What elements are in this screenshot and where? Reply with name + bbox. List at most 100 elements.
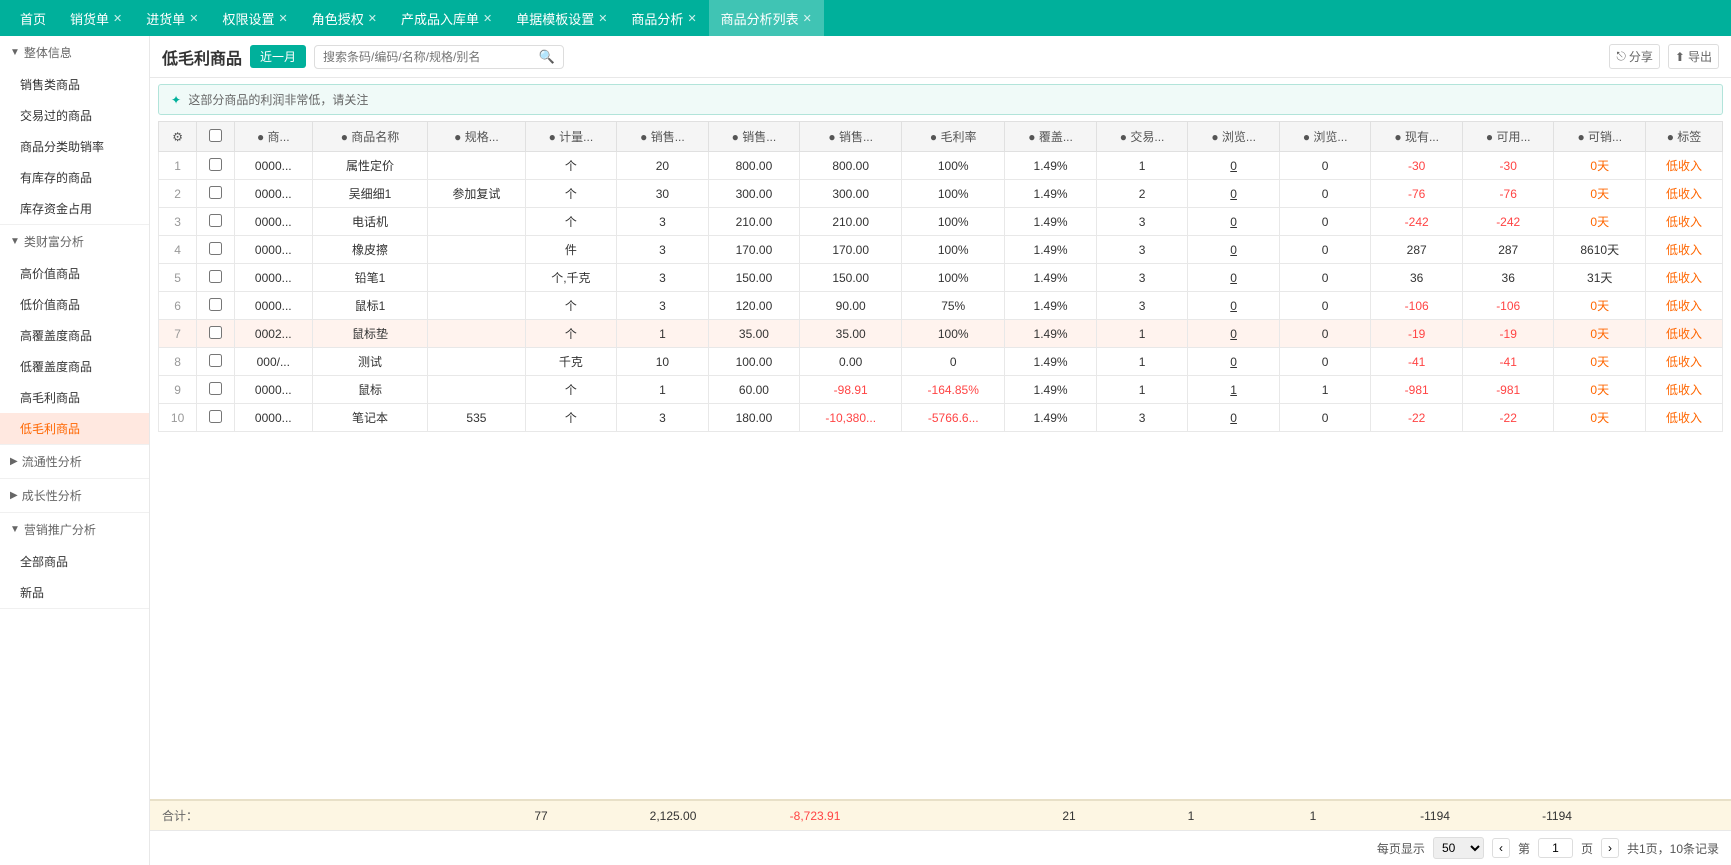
cell-checkbox[interactable] (197, 348, 235, 376)
cell-checkbox[interactable] (197, 264, 235, 292)
cell-saleable: 0天 (1554, 320, 1646, 348)
row-checkbox[interactable] (209, 410, 222, 423)
nav-role-close[interactable]: ✕ (368, 12, 377, 25)
cell-browse1[interactable]: 0 (1188, 404, 1280, 432)
cell-checkbox[interactable] (197, 180, 235, 208)
sidebar-item-sales-goods[interactable]: 销售类商品 (0, 69, 149, 100)
period-button[interactable]: 近一月 (250, 45, 306, 68)
nav-product-analysis[interactable]: 商品分析 ✕ (619, 0, 708, 36)
nav-product-analysis-close[interactable]: ✕ (687, 12, 696, 25)
cell-transaction: 3 (1096, 264, 1188, 292)
nav-product-in[interactable]: 产成品入库单 ✕ (389, 0, 504, 36)
col-browse1[interactable]: ● 浏览... (1188, 122, 1280, 152)
next-page-button[interactable]: › (1601, 838, 1619, 858)
row-checkbox[interactable] (209, 214, 222, 227)
cell-browse1[interactable]: 0 (1188, 292, 1280, 320)
search-icon[interactable]: 🔍 (539, 49, 555, 65)
cell-checkbox[interactable] (197, 236, 235, 264)
col-sale-qty[interactable]: ● 销售... (617, 122, 709, 152)
cell-checkbox[interactable] (197, 404, 235, 432)
sidebar-item-all-goods[interactable]: 全部商品 (0, 546, 149, 577)
sidebar-group-overall[interactable]: ▼ 整体信息 (0, 36, 149, 69)
nav-sales[interactable]: 销货单 ✕ (58, 0, 134, 36)
col-current-stock[interactable]: ● 现有... (1371, 122, 1463, 152)
sidebar-group-circulation[interactable]: ▶ 流通性分析 (0, 445, 149, 478)
cell-checkbox[interactable] (197, 320, 235, 348)
table-container[interactable]: ⚙ ● 商... ● 商品名称 ● 规格... ● 计量... ● 销售... … (150, 121, 1731, 799)
col-settings[interactable]: ⚙ (159, 122, 197, 152)
search-box[interactable]: 🔍 (314, 45, 564, 69)
nav-permission[interactable]: 权限设置 ✕ (210, 0, 299, 36)
nav-sales-close[interactable]: ✕ (113, 12, 122, 25)
col-browse2[interactable]: ● 浏览... (1279, 122, 1371, 152)
col-saleable[interactable]: ● 可销... (1554, 122, 1646, 152)
cell-sale-amount: 35.00 (708, 320, 800, 348)
cell-checkbox[interactable] (197, 152, 235, 180)
sidebar-item-low-margin[interactable]: 低毛利商品 (0, 413, 149, 444)
sidebar-group-marketing[interactable]: ▼ 营销推广分析 (0, 513, 149, 546)
row-checkbox[interactable] (209, 382, 222, 395)
sidebar-item-in-stock[interactable]: 有库存的商品 (0, 162, 149, 193)
main-content: 低毛利商品 近一月 🔍 ⎋ 分享 ⬆ 导出 ✦ 这部分商品的利润非常低，请关注 (150, 36, 1731, 865)
cell-checkbox[interactable] (197, 376, 235, 404)
col-checkbox[interactable] (197, 122, 235, 152)
nav-product-analysis-list[interactable]: 商品分析列表 ✕ (709, 0, 824, 36)
cell-checkbox[interactable] (197, 208, 235, 236)
sidebar-item-low-coverage[interactable]: 低覆盖度商品 (0, 351, 149, 382)
cell-code: 0000... (234, 152, 312, 180)
cell-browse1[interactable]: 1 (1188, 376, 1280, 404)
select-all-checkbox[interactable] (209, 129, 222, 142)
nav-template-close[interactable]: ✕ (598, 12, 607, 25)
prev-page-button[interactable]: ‹ (1492, 838, 1510, 858)
sidebar-item-traded-goods[interactable]: 交易过的商品 (0, 100, 149, 131)
cell-browse1[interactable]: 0 (1188, 208, 1280, 236)
row-checkbox[interactable] (209, 298, 222, 311)
search-input[interactable] (323, 50, 539, 64)
col-name[interactable]: ● 商品名称 (312, 122, 427, 152)
nav-purchase[interactable]: 进货单 ✕ (134, 0, 210, 36)
row-checkbox[interactable] (209, 158, 222, 171)
cell-browse1[interactable]: 0 (1188, 348, 1280, 376)
cell-checkbox[interactable] (197, 292, 235, 320)
col-spec[interactable]: ● 规格... (428, 122, 525, 152)
row-checkbox[interactable] (209, 242, 222, 255)
row-checkbox[interactable] (209, 186, 222, 199)
nav-template[interactable]: 单据模板设置 ✕ (504, 0, 619, 36)
sidebar-item-high-margin[interactable]: 高毛利商品 (0, 382, 149, 413)
col-coverage[interactable]: ● 覆盖... (1005, 122, 1097, 152)
per-page-select[interactable]: 50 100 200 (1433, 837, 1484, 859)
cell-browse1[interactable]: 0 (1188, 152, 1280, 180)
col-gross-margin[interactable]: ● 毛利率 (902, 122, 1005, 152)
row-checkbox[interactable] (209, 326, 222, 339)
sidebar-item-new-goods[interactable]: 新品 (0, 577, 149, 608)
nav-product-analysis-list-close[interactable]: ✕ (803, 12, 812, 25)
col-sale-profit[interactable]: ● 销售... (800, 122, 902, 152)
cell-browse1[interactable]: 0 (1188, 180, 1280, 208)
nav-role[interactable]: 角色授权 ✕ (300, 0, 389, 36)
sidebar-item-high-value[interactable]: 高价值商品 (0, 258, 149, 289)
cell-browse1[interactable]: 0 (1188, 236, 1280, 264)
nav-home[interactable]: 首页 (8, 0, 58, 36)
sidebar-group-wealth[interactable]: ▼ 类财富分析 (0, 225, 149, 258)
sidebar-item-low-value[interactable]: 低价值商品 (0, 289, 149, 320)
page-number-input[interactable] (1538, 838, 1573, 858)
col-sale-amount[interactable]: ● 销售... (708, 122, 800, 152)
col-transaction[interactable]: ● 交易... (1096, 122, 1188, 152)
col-tag[interactable]: ● 标签 (1646, 122, 1723, 152)
sidebar-group-growth[interactable]: ▶ 成长性分析 (0, 479, 149, 512)
sidebar-item-category-rate[interactable]: 商品分类助销率 (0, 131, 149, 162)
row-checkbox[interactable] (209, 270, 222, 283)
nav-product-in-close[interactable]: ✕ (483, 12, 492, 25)
row-checkbox[interactable] (209, 354, 222, 367)
share-button[interactable]: ⎋ 分享 (1609, 44, 1660, 69)
cell-browse1[interactable]: 0 (1188, 264, 1280, 292)
sidebar-item-high-coverage[interactable]: 高覆盖度商品 (0, 320, 149, 351)
col-unit[interactable]: ● 计量... (525, 122, 617, 152)
nav-permission-close[interactable]: ✕ (279, 12, 288, 25)
cell-browse1[interactable]: 0 (1188, 320, 1280, 348)
nav-purchase-close[interactable]: ✕ (189, 12, 198, 25)
col-code[interactable]: ● 商... (234, 122, 312, 152)
export-button[interactable]: ⬆ 导出 (1668, 44, 1719, 69)
col-available[interactable]: ● 可用... (1462, 122, 1554, 152)
sidebar-item-capital[interactable]: 库存资金占用 (0, 193, 149, 224)
